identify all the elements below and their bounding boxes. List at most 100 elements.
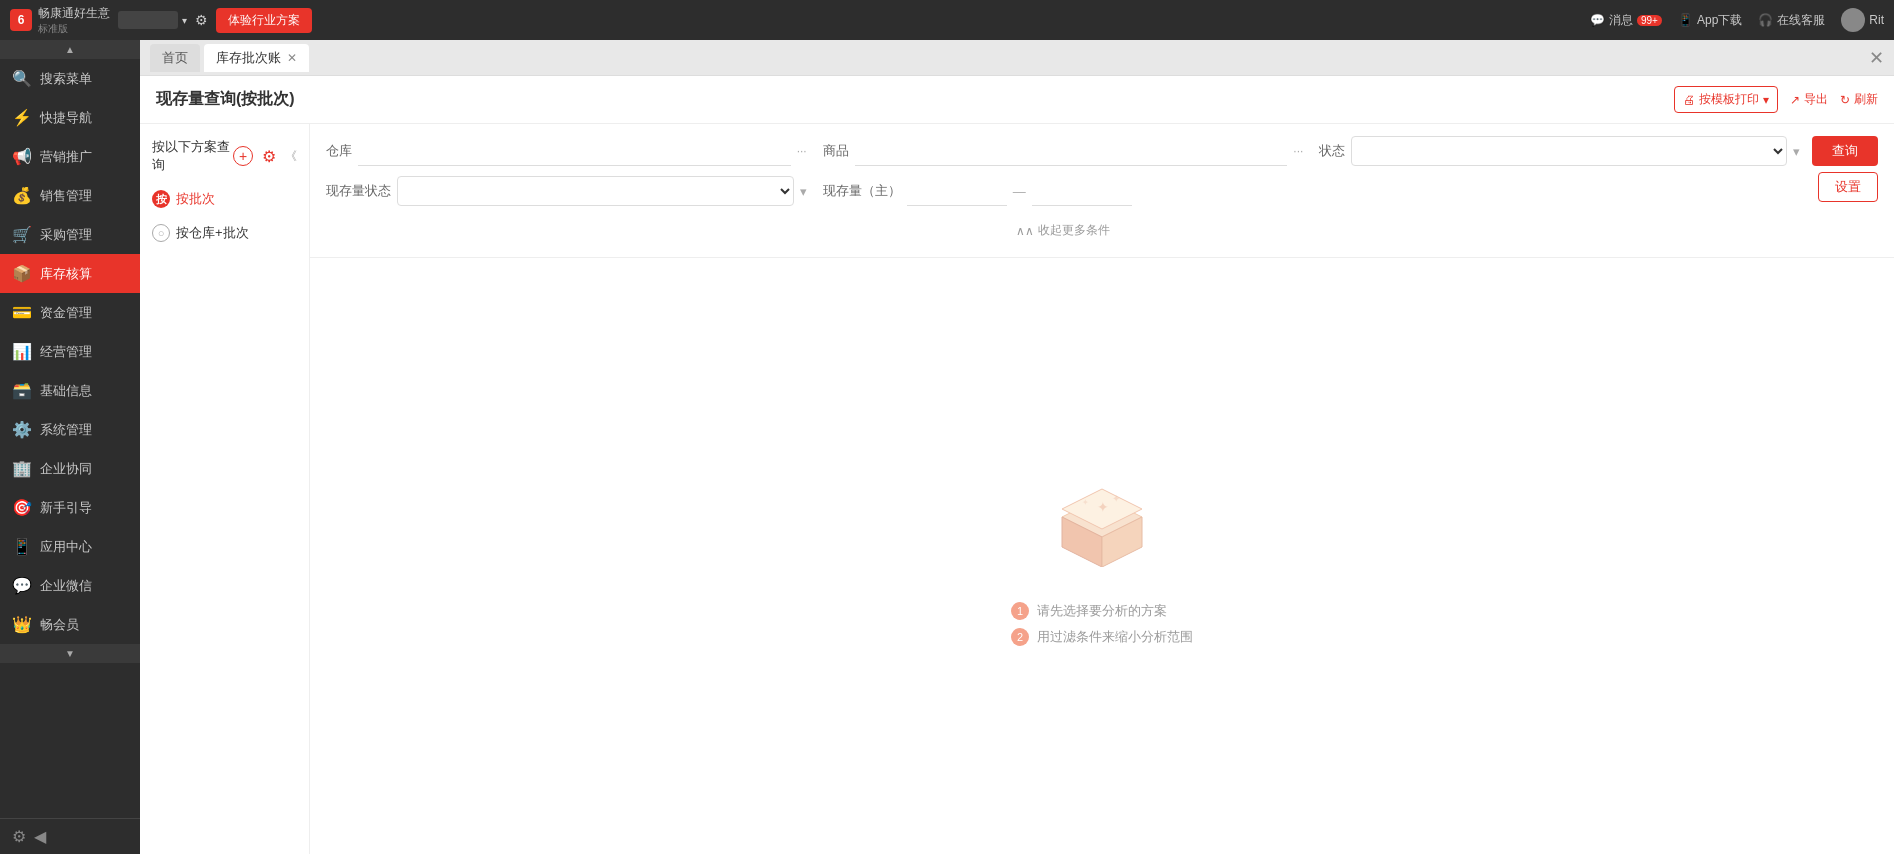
left-panel-header: 按以下方案查询 + ⚙ 《 (140, 134, 309, 182)
left-panel-actions: + ⚙ 《 (233, 146, 297, 166)
hint-1-text: 请先选择要分析的方案 (1037, 602, 1167, 620)
sidebar-item-enterprise[interactable]: 🏢 企业协同 (0, 449, 140, 488)
app-download-action[interactable]: 📱 App下载 (1678, 12, 1742, 29)
sidebar-item-wechat[interactable]: 💬 企业微信 (0, 566, 140, 605)
query-button[interactable]: 查询 (1812, 136, 1878, 166)
empty-svg: ✦ ✦ ✦ (1042, 467, 1162, 567)
sidebar-item-search[interactable]: 🔍 搜索菜单 (0, 59, 140, 98)
collapse-row[interactable]: ∧∧ 收起更多条件 (326, 216, 1800, 245)
inv-status-dropdown-icon: ▾ (800, 184, 807, 199)
template-dropdown-icon: ▾ (1763, 93, 1769, 107)
status-select[interactable] (1351, 136, 1787, 166)
sidebar-item-finance[interactable]: 💳 资金管理 (0, 293, 140, 332)
search-icon: 🔍 (12, 69, 32, 88)
sidebar-item-label: 系统管理 (40, 421, 92, 439)
logo-area: 6 畅康通好生意 标准版 (10, 5, 110, 36)
export-icon: ↗ (1790, 93, 1800, 107)
refresh-icon: ↻ (1840, 93, 1850, 107)
tab-bar-close-icon[interactable]: ✕ (1869, 47, 1884, 69)
sidebar-settings-icon[interactable]: ⚙ (12, 827, 26, 846)
template-print-label: 按模板打印 (1699, 91, 1759, 108)
header-right: 💬 消息 99+ 📱 App下载 🎧 在线客服 Rit (1590, 8, 1884, 32)
top-header: 6 畅康通好生意 标准版 ▾ ⚙ 体验行业方案 💬 消息 99+ 📱 App下载… (0, 0, 1894, 40)
schema-inactive-icon: ○ (152, 224, 170, 242)
headset-icon: 🎧 (1758, 13, 1773, 27)
product-filter: 商品 ··· (823, 136, 1304, 166)
nav-dropdown-icon[interactable]: ▾ (182, 15, 187, 26)
svg-text:✦: ✦ (1097, 499, 1109, 515)
sidebar-item-label: 企业协同 (40, 460, 92, 478)
warehouse-more[interactable]: ··· (797, 144, 807, 158)
sidebar-item-quick-nav[interactable]: ⚡ 快捷导航 (0, 98, 140, 137)
members-icon: 👑 (12, 615, 32, 634)
experience-button[interactable]: 体验行业方案 (216, 8, 312, 33)
panel-settings-button[interactable]: ⚙ (259, 146, 279, 166)
empty-hint-1: 1 请先选择要分析的方案 (1011, 602, 1193, 620)
template-print-button[interactable]: 🖨 按模板打印 ▾ (1674, 86, 1778, 113)
sidebar-item-label: 营销推广 (40, 148, 92, 166)
sidebar-item-system[interactable]: ⚙️ 系统管理 (0, 410, 140, 449)
warehouse-label: 仓库 (326, 142, 352, 160)
sidebar-item-label: 畅会员 (40, 616, 79, 634)
warehouse-input[interactable] (358, 136, 791, 166)
brand-info: 畅康通好生意 标准版 (38, 5, 110, 36)
left-panel: 按以下方案查询 + ⚙ 《 按 按批次 ○ 按仓库+批次 (140, 124, 310, 854)
sidebar-item-marketing[interactable]: 📢 营销推广 (0, 137, 140, 176)
message-action[interactable]: 💬 消息 99+ (1590, 12, 1662, 29)
sidebar-scroll-up[interactable]: ▲ (0, 40, 140, 59)
sidebar-scroll-down[interactable]: ▼ (0, 644, 140, 663)
user-action[interactable]: Rit (1841, 8, 1884, 32)
sidebar-item-operations[interactable]: 📊 经营管理 (0, 332, 140, 371)
tab-bar: 首页 库存批次账 ✕ ✕ (140, 40, 1894, 76)
quick-nav-icon: ⚡ (12, 108, 32, 127)
wechat-icon: 💬 (12, 576, 32, 595)
header-nav: ▾ (118, 11, 187, 29)
sidebar-item-inventory[interactable]: 📦 库存核算 (0, 254, 140, 293)
tab-inventory-batch-close[interactable]: ✕ (287, 51, 297, 65)
inventory-quantity-min[interactable] (907, 176, 1007, 206)
tab-home-label: 首页 (162, 49, 188, 67)
online-service-action[interactable]: 🎧 在线客服 (1758, 12, 1825, 29)
content-area: 首页 库存批次账 ✕ ✕ 现存量查询(按批次) 🖨 按模板打印 ▾ ↗ 导出 (140, 40, 1894, 854)
schema-item-warehouse-batch[interactable]: ○ 按仓库+批次 (140, 216, 309, 250)
schema-active-icon: 按 (152, 190, 170, 208)
app-logo: 6 (10, 9, 32, 31)
page-title: 现存量查询(按批次) (156, 89, 295, 110)
export-button[interactable]: ↗ 导出 (1790, 91, 1828, 108)
inventory-quantity-max[interactable] (1032, 176, 1132, 206)
marketing-icon: 📢 (12, 147, 32, 166)
nav-placeholder[interactable] (118, 11, 178, 29)
sidebar-item-sales[interactable]: 💰 销售管理 (0, 176, 140, 215)
sidebar-collapse-icon[interactable]: ◀ (34, 827, 46, 846)
sidebar-item-basic-info[interactable]: 🗃️ 基础信息 (0, 371, 140, 410)
inventory-status-select[interactable] (397, 176, 794, 206)
set-button[interactable]: 设置 (1818, 172, 1878, 202)
printer-icon: 🖨 (1683, 93, 1695, 107)
tab-home[interactable]: 首页 (150, 44, 200, 72)
product-more[interactable]: ··· (1293, 144, 1303, 158)
sidebar-bottom: ⚙ ◀ (0, 818, 140, 854)
main-layout: ▲ 🔍 搜索菜单 ⚡ 快捷导航 📢 营销推广 💰 销售管理 🛒 采购管理 📦 库… (0, 40, 1894, 854)
collapse-label: 收起更多条件 (1038, 222, 1110, 239)
status-filter: 状态 ▾ (1319, 136, 1800, 166)
header-settings-icon[interactable]: ⚙ (195, 12, 208, 28)
brand-name: 畅康通好生意 (38, 5, 110, 22)
filter-rows-container: 仓库 ··· 商品 ··· 状态 (326, 136, 1878, 245)
tab-inventory-batch[interactable]: 库存批次账 ✕ (204, 44, 309, 72)
message-icon: 💬 (1590, 13, 1605, 27)
basic-info-icon: 🗃️ (12, 381, 32, 400)
sidebar-item-app-center[interactable]: 📱 应用中心 (0, 527, 140, 566)
sidebar-item-newbie[interactable]: 🎯 新手引导 (0, 488, 140, 527)
sidebar-item-purchase[interactable]: 🛒 采购管理 (0, 215, 140, 254)
sidebar-item-members[interactable]: 👑 畅会员 (0, 605, 140, 644)
schema-item-batch[interactable]: 按 按批次 (140, 182, 309, 216)
product-input[interactable] (855, 136, 1288, 166)
filter-buttons: 查询 设置 (1800, 136, 1878, 202)
user-name: Rit (1869, 13, 1884, 27)
panel-add-button[interactable]: + (233, 146, 253, 166)
sidebar-item-label: 企业微信 (40, 577, 92, 595)
filter-inputs: 仓库 ··· 商品 ··· 状态 (326, 136, 1800, 245)
inventory-icon: 📦 (12, 264, 32, 283)
refresh-button[interactable]: ↻ 刷新 (1840, 91, 1878, 108)
panel-collapse-button[interactable]: 《 (285, 148, 297, 165)
